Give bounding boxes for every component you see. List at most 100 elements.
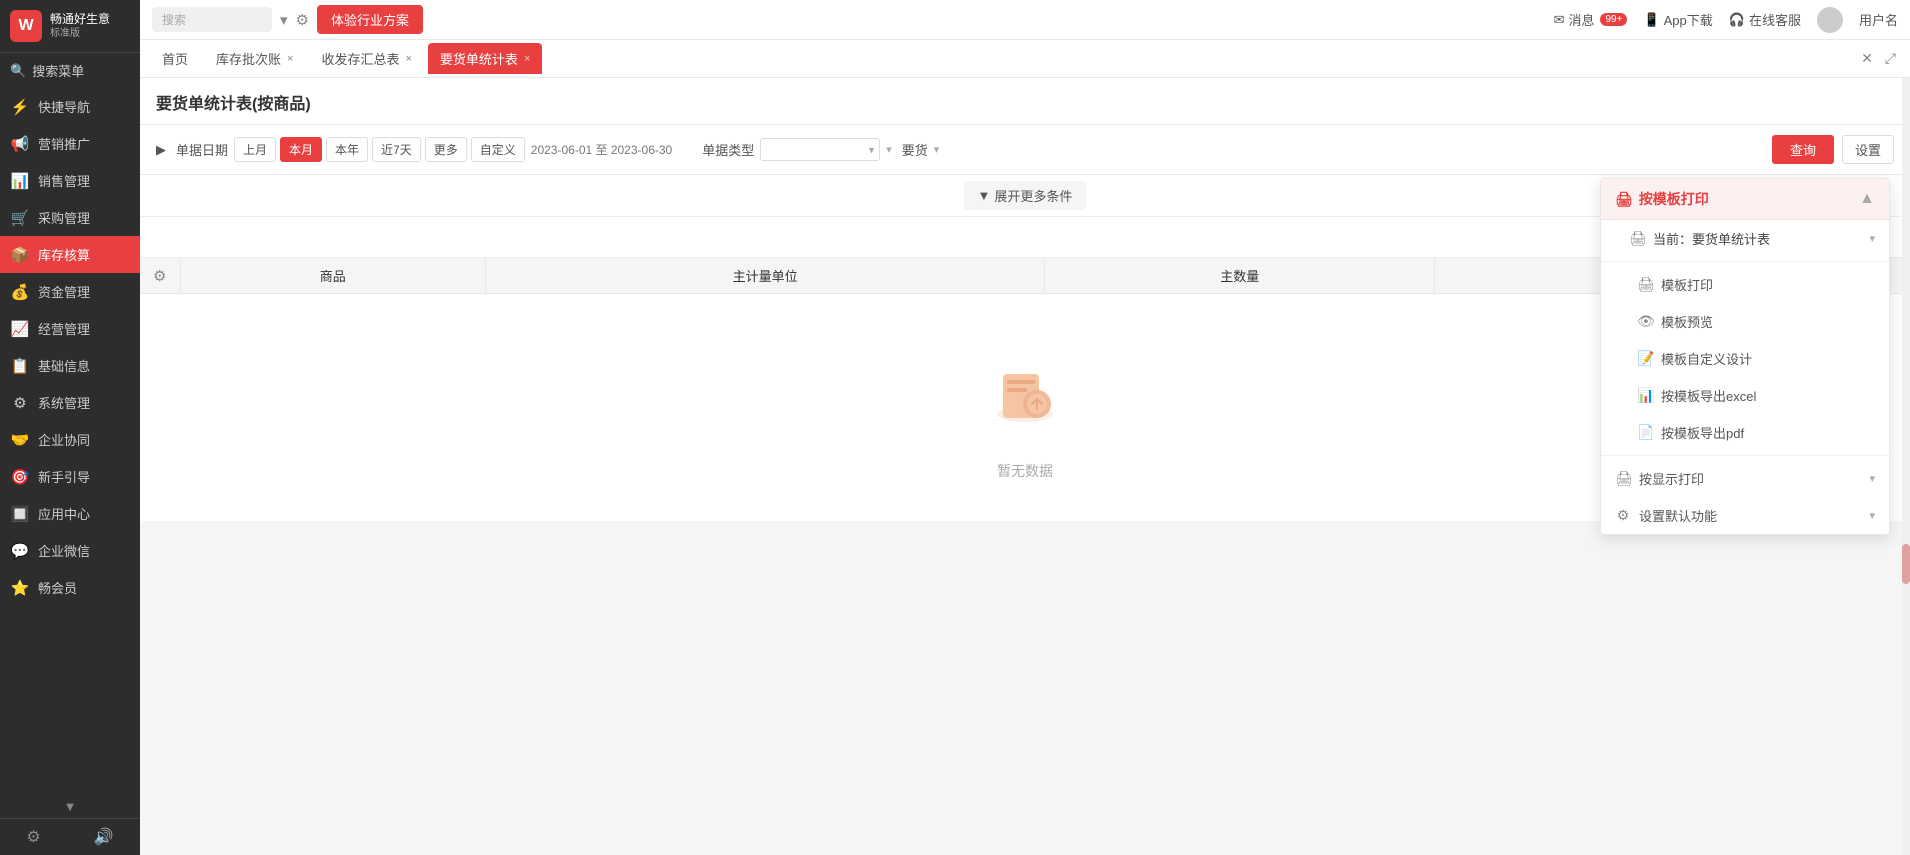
default-function-group[interactable]: ⚙ 设置默认功能 ▾ xyxy=(1601,497,1889,534)
right-scrollbar[interactable] xyxy=(1902,78,1910,855)
chevron-down-icon: ▾ xyxy=(886,143,892,156)
empty-icon xyxy=(985,354,1065,449)
date-filter-label: 单据日期 xyxy=(176,140,228,159)
inventory-icon: 📦 xyxy=(10,246,30,264)
topbar-settings-icon[interactable]: ⚙ xyxy=(296,11,309,29)
operations-icon: 📈 xyxy=(10,320,30,338)
main-content: 搜索 ▾ ⚙ 体验行业方案 ✉ 消息 99+ 📱 App下载 🎧 在线客服 用户… xyxy=(140,0,1910,855)
online-service-label: 在线客服 xyxy=(1749,10,1801,29)
tab-inventory-batch[interactable]: 库存批次账 × xyxy=(204,43,305,74)
filter-area: ▶ 单据日期 上月 本月 本年 近7天 更多 自定义 2023-06-01 至 … xyxy=(140,125,1910,175)
audio-icon[interactable]: 🔊 xyxy=(94,827,114,847)
sidebar-item-purchase[interactable]: 🛒 采购管理 xyxy=(0,199,140,236)
template-print-item[interactable]: 🖨 模板打印 xyxy=(1601,266,1889,303)
sidebar-item-label: 企业协同 xyxy=(38,430,90,449)
app-download-btn[interactable]: 📱 App下载 xyxy=(1643,10,1712,29)
current-year-btn[interactable]: 本年 xyxy=(326,137,368,162)
sidebar-item-label: 应用中心 xyxy=(38,504,90,523)
sidebar-item-sales[interactable]: 📊 销售管理 xyxy=(0,162,140,199)
sidebar-item-quick-nav[interactable]: ⚡ 快捷导航 xyxy=(0,88,140,125)
table-header-qty: 主数量 xyxy=(1045,258,1435,294)
template-export-pdf-item[interactable]: 📄 按模板导出pdf xyxy=(1601,414,1889,451)
topbar-search[interactable]: 搜索 xyxy=(152,7,272,32)
query-btn[interactable]: 查询 xyxy=(1772,135,1834,164)
tab-home[interactable]: 首页 xyxy=(150,43,200,74)
settings-icon[interactable]: ⚙ xyxy=(26,827,40,847)
display-print-group[interactable]: 🖨 按显示打印 ▾ xyxy=(1601,460,1889,497)
print-dropdown-header: 🖨 按模板打印 ▲ xyxy=(1601,179,1889,220)
export-excel-icon: 📊 xyxy=(1637,387,1653,404)
tab-order-stats-close[interactable]: × xyxy=(524,53,530,65)
sidebar-scroll-down[interactable]: ▼ xyxy=(0,795,140,818)
sidebar-item-label: 畅会员 xyxy=(38,578,77,597)
expand-more-btn[interactable]: ▼ 展开更多条件 xyxy=(964,181,1087,210)
current-template-item[interactable]: 🖨 当前：要货单统计表 ▾ xyxy=(1601,220,1889,257)
divider-1 xyxy=(1601,261,1889,262)
current-month-btn[interactable]: 本月 xyxy=(280,137,322,162)
template-export-excel-item[interactable]: 📊 按模板导出excel xyxy=(1601,377,1889,414)
date-btn-group: 上月 本月 本年 近7天 更多 自定义 xyxy=(234,137,525,162)
try-industry-btn[interactable]: 体验行业方案 xyxy=(317,5,423,34)
sidebar-item-label: 经营管理 xyxy=(38,319,90,338)
tab-order-stats[interactable]: 要货单统计表 × xyxy=(428,43,542,74)
custom-btn[interactable]: 自定义 xyxy=(471,137,525,162)
sidebar-item-label: 库存核算 xyxy=(38,245,90,264)
req-type-chevron: ▾ xyxy=(934,143,940,156)
print-dropdown-close-btn[interactable]: ▲ xyxy=(1859,190,1875,208)
message-badge: 99+ xyxy=(1600,13,1627,26)
table-column-settings-icon[interactable]: ⚙ xyxy=(153,268,166,285)
more-btn[interactable]: 更多 xyxy=(425,137,467,162)
template-preview-item[interactable]: 👁 模板预览 xyxy=(1601,303,1889,340)
req-type-label: 要货 xyxy=(902,140,928,159)
online-service-btn[interactable]: 🎧 在线客服 xyxy=(1729,10,1801,29)
sidebar-item-app-center[interactable]: 🔲 应用中心 xyxy=(0,495,140,532)
filter-expand-icon[interactable]: ▶ xyxy=(156,142,166,158)
sidebar-item-wechat[interactable]: 💬 企业微信 xyxy=(0,532,140,569)
chevron-icon: ▶ xyxy=(156,142,166,158)
scrollbar-thumb[interactable] xyxy=(1902,544,1910,584)
table-header-settings: ⚙ xyxy=(140,258,180,294)
sidebar-item-label: 营销推广 xyxy=(38,134,90,153)
sidebar-item-label: 采购管理 xyxy=(38,208,90,227)
system-icon: ⚙ xyxy=(10,394,30,412)
marketing-icon: 📢 xyxy=(10,135,30,153)
last-7-days-btn[interactable]: 近7天 xyxy=(372,137,421,162)
filter-settings-btn[interactable]: 设置 xyxy=(1842,135,1894,164)
message-btn[interactable]: ✉ 消息 99+ xyxy=(1554,10,1628,29)
tabs-close-btn[interactable]: ✕ xyxy=(1857,46,1877,71)
sidebar: W 畅通好生意 标准版 🔍 搜索菜单 ⚡ 快捷导航 📢 营销推广 📊 销售管理 … xyxy=(0,0,140,855)
sidebar-item-guide[interactable]: 🎯 新手引导 xyxy=(0,458,140,495)
tab-receipt-summary-label: 收发存汇总表 xyxy=(321,49,399,68)
basics-icon: 📋 xyxy=(10,357,30,375)
prev-month-btn[interactable]: 上月 xyxy=(234,137,276,162)
sidebar-item-marketing[interactable]: 📢 营销推广 xyxy=(0,125,140,162)
sidebar-item-label: 企业微信 xyxy=(38,541,90,560)
avatar[interactable] xyxy=(1817,7,1843,33)
topbar-gear-icon[interactable]: ▾ xyxy=(280,11,288,29)
tab-receipt-summary-close[interactable]: × xyxy=(405,53,411,65)
sidebar-item-basics[interactable]: 📋 基础信息 xyxy=(0,347,140,384)
sidebar-item-inventory[interactable]: 📦 库存核算 xyxy=(0,236,140,273)
sidebar-item-finance[interactable]: 💰 资金管理 xyxy=(0,273,140,310)
type-select[interactable] xyxy=(760,138,880,161)
sidebar-item-cooperation[interactable]: 🤝 企业协同 xyxy=(0,421,140,458)
sidebar-item-label: 销售管理 xyxy=(38,171,90,190)
tab-receipt-summary[interactable]: 收发存汇总表 × xyxy=(309,43,423,74)
tab-inventory-batch-close[interactable]: × xyxy=(287,53,293,65)
app-name: 畅通好生意 xyxy=(50,12,110,28)
page-title: 要货单统计表(按商品) xyxy=(156,90,1894,114)
expand-more-icon: ▼ xyxy=(978,188,991,203)
sidebar-search[interactable]: 🔍 搜索菜单 xyxy=(0,53,140,88)
current-template-chevron: ▾ xyxy=(1869,232,1875,245)
purchase-icon: 🛒 xyxy=(10,209,30,227)
sidebar-item-operations[interactable]: 📈 经营管理 xyxy=(0,310,140,347)
tabs-expand-btn[interactable]: ⤢ xyxy=(1881,46,1900,71)
template-custom-item[interactable]: 📝 模板自定义设计 xyxy=(1601,340,1889,377)
sidebar-item-system[interactable]: ⚙ 系统管理 xyxy=(0,384,140,421)
sidebar-item-label: 新手引导 xyxy=(38,467,90,486)
sidebar-item-member[interactable]: ⭐ 畅会员 xyxy=(0,569,140,606)
table-header-unit: 主计量单位 xyxy=(486,258,1045,294)
message-label: 消息 xyxy=(1568,10,1594,29)
export-excel-label: 按模板导出excel xyxy=(1661,386,1756,405)
type-filter-label: 单据类型 xyxy=(702,140,754,159)
